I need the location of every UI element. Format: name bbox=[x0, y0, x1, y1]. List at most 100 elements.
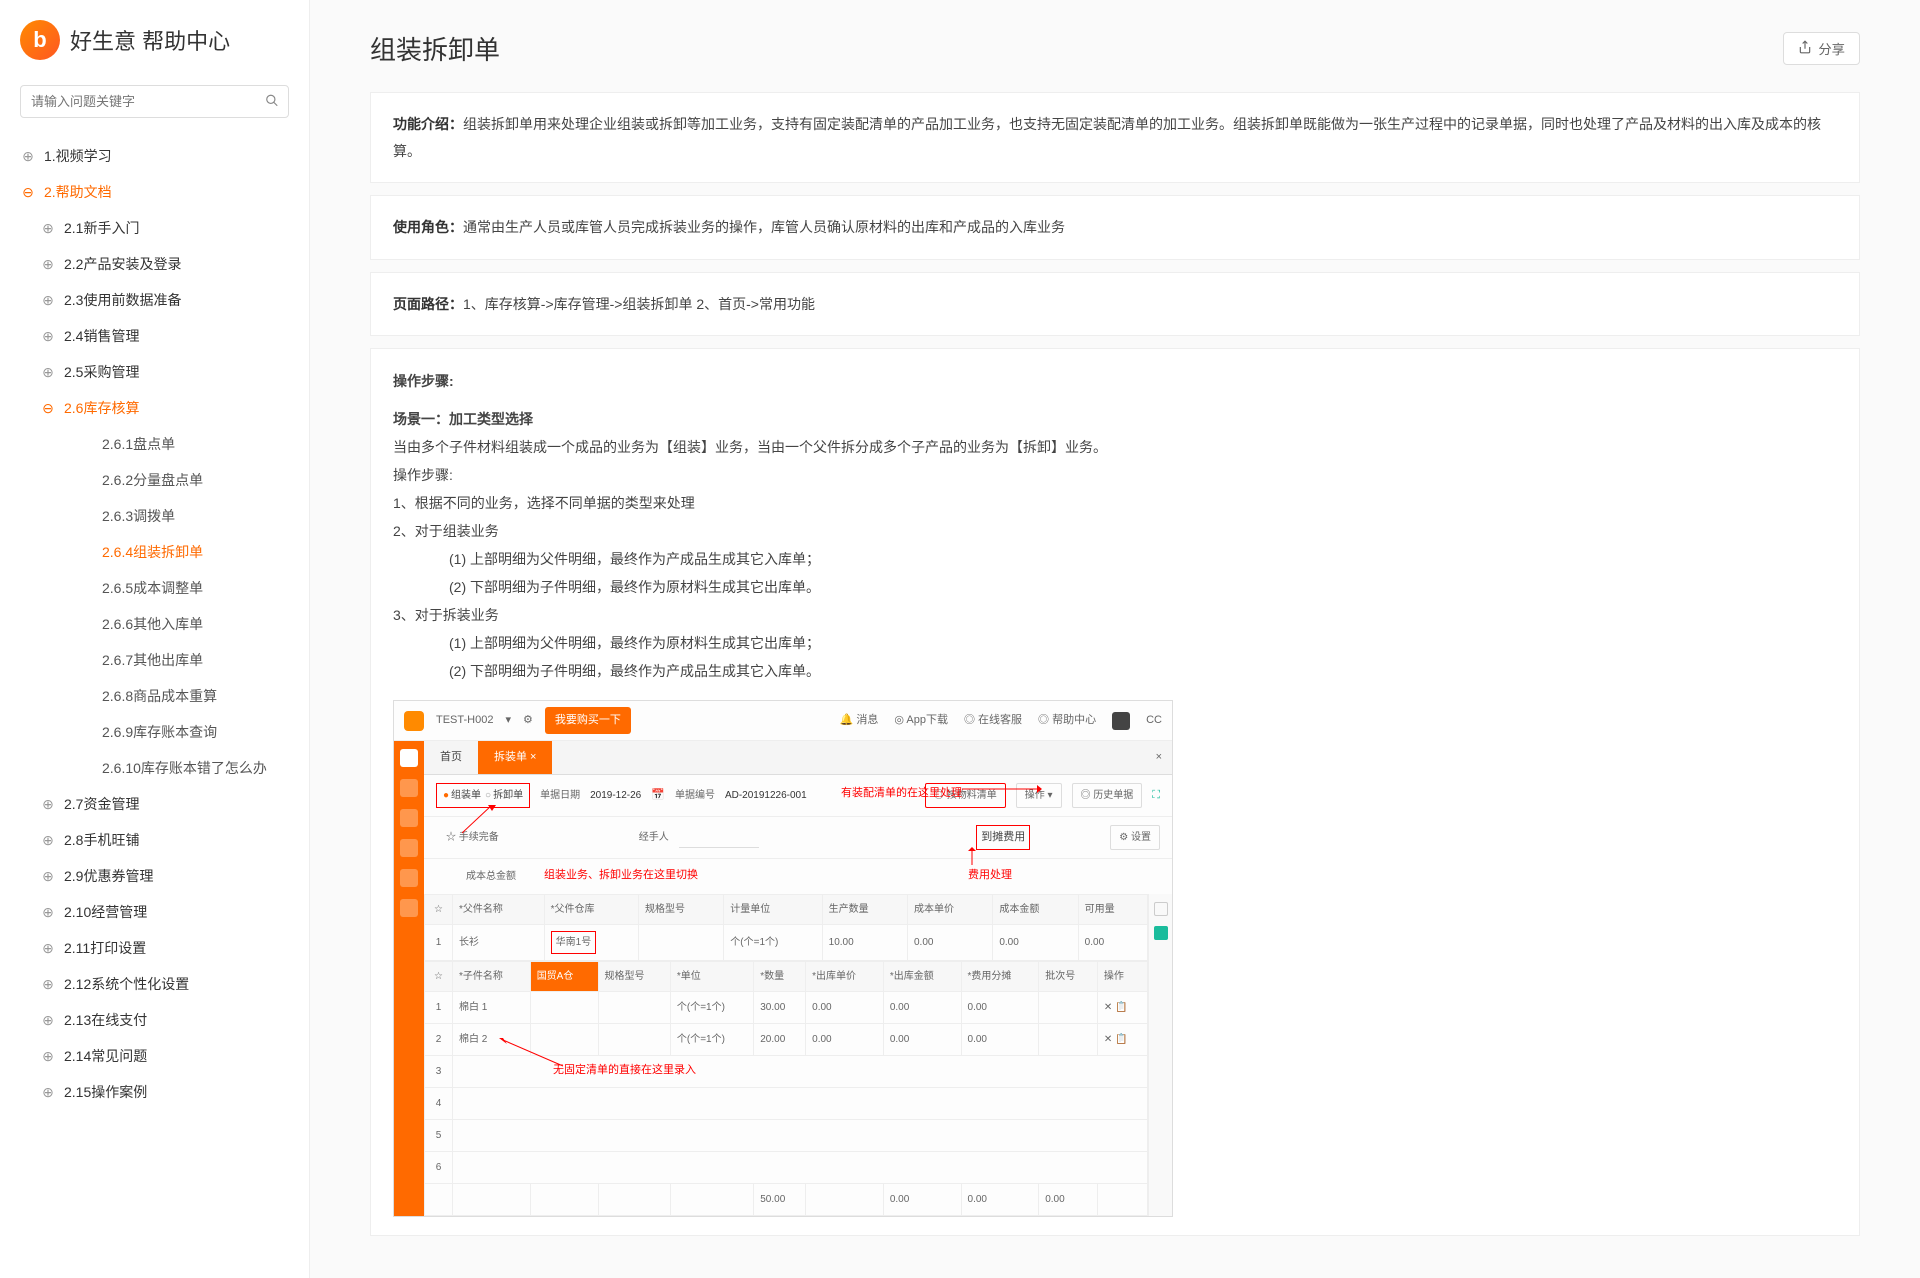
nav-icon bbox=[400, 809, 418, 827]
ss-try-button: 我要购买一下 bbox=[545, 707, 631, 734]
share-icon bbox=[1798, 40, 1812, 57]
tool-icon bbox=[1154, 902, 1168, 916]
step3-1: (1) 上部明细为父件明细，最终作为原材料生成其它出库单； bbox=[393, 629, 1837, 657]
plus-icon: ⊕ bbox=[40, 832, 56, 848]
nav-help-docs[interactable]: ⊖2.帮助文档 bbox=[20, 174, 289, 210]
scene-title: 场景一：加工类型选择 bbox=[393, 405, 1837, 433]
minus-icon: ⊖ bbox=[20, 184, 36, 200]
page-title: 组装拆卸单 bbox=[370, 30, 500, 67]
nav-2-6-7[interactable]: 2.6.7其他出库单 bbox=[20, 642, 289, 678]
plus-icon: ⊕ bbox=[40, 1012, 56, 1028]
search-box bbox=[20, 85, 289, 118]
ss-tab-home: 首页 bbox=[424, 741, 478, 774]
bell-icon: 🔔 消息 bbox=[840, 710, 879, 731]
main-content: 组装拆卸单 分享 功能介绍：组装拆卸单用来处理企业组装或拆卸等加工业务，支持有固… bbox=[310, 0, 1920, 1278]
role-card: 使用角色：通常由生产人员或库管人员完成拆装业务的操作，库管人员确认原材料的出库和… bbox=[370, 195, 1860, 260]
nav-2-5[interactable]: ⊕2.5采购管理 bbox=[20, 354, 289, 390]
nav-2-13[interactable]: ⊕2.13在线支付 bbox=[20, 1002, 289, 1038]
plus-icon: ⊕ bbox=[40, 292, 56, 308]
plus-icon: ⊕ bbox=[40, 1084, 56, 1100]
calendar-icon: 📅 bbox=[651, 785, 665, 806]
plus-icon: ⊕ bbox=[20, 148, 36, 164]
ss-annotation-4: 无固定清单的直接在这里录入 bbox=[553, 1060, 696, 1081]
steps-card: 操作步骤: 场景一：加工类型选择 当由多个子件材料组装成一个成品的业务为【组装】… bbox=[370, 348, 1860, 1236]
nav-icon bbox=[400, 899, 418, 917]
steps-title: 操作步骤: bbox=[393, 367, 1837, 395]
nav-icon bbox=[400, 779, 418, 797]
plus-icon: ⊕ bbox=[40, 940, 56, 956]
expand-icon: ⛶ bbox=[1152, 785, 1160, 806]
step3-2: (2) 下部明细为子件明细，最终作为产成品生成其它入库单。 bbox=[393, 657, 1837, 685]
ss-date-label: 单据日期 bbox=[540, 786, 580, 805]
search-icon[interactable] bbox=[265, 93, 279, 110]
ss-radio-disassemble: 拆卸单 bbox=[485, 786, 523, 805]
ss-date-value: 2019-12-26 bbox=[590, 786, 641, 805]
nav-video-learning[interactable]: ⊕1.视频学习 bbox=[20, 138, 289, 174]
nav-icon bbox=[400, 869, 418, 887]
nav-2-6-5[interactable]: 2.6.5成本调整单 bbox=[20, 570, 289, 606]
home-icon bbox=[400, 749, 418, 767]
nav-2-7[interactable]: ⊕2.7资金管理 bbox=[20, 786, 289, 822]
ss-annotation-1: 有装配清单的在这里处理 bbox=[841, 783, 962, 804]
path-card: 页面路径：1、库存核算->库存管理->组装拆卸单 2、首页->常用功能 bbox=[370, 272, 1860, 337]
sub-steps-label: 操作步骤: bbox=[393, 461, 1837, 489]
step3: 3、对于拆装业务 bbox=[393, 601, 1837, 629]
logo: b 好生意 帮助中心 bbox=[20, 20, 289, 60]
ss-account: TEST-H002 bbox=[436, 710, 493, 731]
ss-tab-active: 拆装单 × bbox=[478, 741, 552, 774]
ss-side-tools bbox=[1148, 894, 1172, 1216]
plus-icon: ⊕ bbox=[40, 904, 56, 920]
chevron-down-icon: ▾ bbox=[505, 710, 511, 731]
plus-icon: ⊕ bbox=[40, 976, 56, 992]
logo-icon: b bbox=[20, 20, 60, 60]
nav-icon bbox=[400, 839, 418, 857]
ss-bill-value: AD-20191226-001 bbox=[725, 786, 807, 805]
nav-2-11[interactable]: ⊕2.11打印设置 bbox=[20, 930, 289, 966]
plus-icon: ⊕ bbox=[40, 328, 56, 344]
nav-2-15[interactable]: ⊕2.15操作案例 bbox=[20, 1074, 289, 1110]
plus-icon: ⊕ bbox=[40, 256, 56, 272]
step2-2: (2) 下部明细为子件明细，最终作为原材料生成其它出库单。 bbox=[393, 573, 1837, 601]
plus-icon: ⊕ bbox=[40, 868, 56, 884]
search-input[interactable] bbox=[20, 85, 289, 118]
minus-icon: ⊖ bbox=[40, 400, 56, 416]
nav-2-4[interactable]: ⊕2.4销售管理 bbox=[20, 318, 289, 354]
step2-1: (1) 上部明细为父件明细，最终作为产成品生成其它入库单； bbox=[393, 545, 1837, 573]
nav-2-6-10[interactable]: 2.6.10库存账本错了怎么办 bbox=[20, 750, 289, 786]
sidebar: b 好生意 帮助中心 ⊕1.视频学习 ⊖2.帮助文档 ⊕2.1新手入门 ⊕2.2… bbox=[0, 0, 310, 1278]
plus-icon: ⊕ bbox=[40, 1048, 56, 1064]
nav-2-6[interactable]: ⊖2.6库存核算 bbox=[20, 390, 289, 426]
nav-2-1[interactable]: ⊕2.1新手入门 bbox=[20, 210, 289, 246]
ss-content: 首页 拆装单 × × 组装单 拆卸单 单据日期 2019-12-26 📅 bbox=[424, 741, 1172, 1216]
nav-2-14[interactable]: ⊕2.14常见问题 bbox=[20, 1038, 289, 1074]
ss-parent-table: ☆ *父件名称 *父件仓库 规格型号 计量单位 生产数量 成本单价 成本金额 可 bbox=[424, 894, 1148, 961]
nav-2-6-9[interactable]: 2.6.9库存账本查询 bbox=[20, 714, 289, 750]
nav-2-3[interactable]: ⊕2.3使用前数据准备 bbox=[20, 282, 289, 318]
avatar-icon bbox=[1112, 712, 1130, 730]
gear-icon: ⚙ bbox=[523, 710, 533, 731]
nav-2-6-2[interactable]: 2.6.2分量盘点单 bbox=[20, 462, 289, 498]
nav-2-6-6[interactable]: 2.6.6其他入库单 bbox=[20, 606, 289, 642]
ss-history-button: ◎ 历史单据 bbox=[1072, 783, 1143, 808]
nav-2-6-4[interactable]: 2.6.4组装拆卸单 bbox=[20, 534, 289, 570]
ss-annotation-3: 费用处理 bbox=[968, 865, 1012, 886]
nav-2-6-8[interactable]: 2.6.8商品成本重算 bbox=[20, 678, 289, 714]
nav-2-12[interactable]: ⊕2.12系统个性化设置 bbox=[20, 966, 289, 1002]
ss-cost-total-label: 成本总金额 bbox=[466, 867, 516, 886]
ss-topbar: TEST-H002 ▾ ⚙ 我要购买一下 🔔 消息 ◎ App下载 ◎ 在线客服… bbox=[394, 701, 1172, 741]
ss-sidenav bbox=[394, 741, 424, 1216]
nav-2-8[interactable]: ⊕2.8手机旺铺 bbox=[20, 822, 289, 858]
ss-logo-icon bbox=[404, 711, 424, 731]
step2: 2、对于组装业务 bbox=[393, 517, 1837, 545]
nav-2-6-3[interactable]: 2.6.3调拨单 bbox=[20, 498, 289, 534]
nav-2-6-1[interactable]: 2.6.1盘点单 bbox=[20, 426, 289, 462]
ss-user: CC bbox=[1146, 710, 1162, 731]
ss-annotation-2: 组装业务、拆卸业务在这里切换 bbox=[544, 865, 698, 886]
nav-2-2[interactable]: ⊕2.2产品安装及登录 bbox=[20, 246, 289, 282]
plus-icon: ⊕ bbox=[40, 364, 56, 380]
intro-card: 功能介绍：组装拆卸单用来处理企业组装或拆卸等加工业务，支持有固定装配清单的产品加… bbox=[370, 92, 1860, 183]
nav-2-10[interactable]: ⊕2.10经营管理 bbox=[20, 894, 289, 930]
ss-app: ◎ App下载 bbox=[894, 710, 948, 731]
share-button[interactable]: 分享 bbox=[1783, 32, 1860, 65]
nav-2-9[interactable]: ⊕2.9优惠券管理 bbox=[20, 858, 289, 894]
